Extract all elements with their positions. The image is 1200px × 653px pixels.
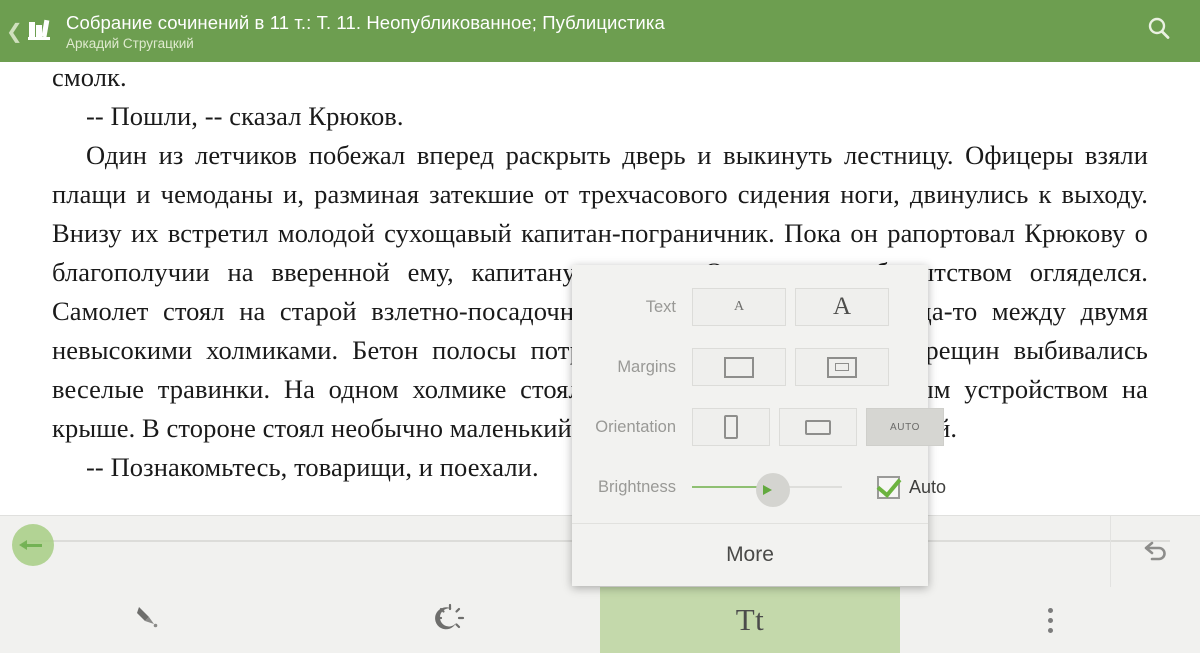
checkbox-checked-icon bbox=[877, 475, 900, 499]
text-increase-button[interactable]: A bbox=[795, 288, 889, 326]
margin-narrow-icon bbox=[827, 356, 857, 378]
settings-rows: Text A A Margins Orientation AUTO Bright… bbox=[572, 265, 946, 523]
overflow-menu-icon bbox=[1047, 607, 1053, 633]
settings-row-controls bbox=[692, 348, 912, 386]
brightness-day-night-icon bbox=[430, 598, 470, 643]
paragraph: смолк. bbox=[52, 62, 127, 92]
tool-pencil-button[interactable] bbox=[0, 587, 300, 653]
undo-button[interactable] bbox=[1110, 516, 1200, 587]
back-to-library-button[interactable]: ❮ bbox=[6, 0, 60, 62]
brightness-auto-label: Auto bbox=[909, 476, 947, 497]
settings-row-controls: A A bbox=[692, 288, 912, 326]
settings-row-controls: AUTO bbox=[692, 408, 944, 446]
search-icon bbox=[1144, 14, 1174, 49]
library-books-icon bbox=[24, 14, 54, 49]
seek-arrow-icon bbox=[19, 540, 27, 550]
settings-row-margins: Margins bbox=[572, 337, 928, 397]
orientation-auto-button[interactable]: AUTO bbox=[866, 408, 944, 446]
settings-row-label: Margins bbox=[617, 357, 676, 376]
settings-row-label: Text bbox=[645, 297, 676, 316]
small-a-glyph: A bbox=[733, 299, 745, 314]
book-author: Аркадий Стругацкий bbox=[66, 35, 194, 51]
margin-wide-icon bbox=[724, 356, 754, 378]
orientation-landscape-button[interactable] bbox=[779, 408, 857, 446]
settings-row-label: Brightness bbox=[598, 477, 676, 496]
auto-label: AUTO bbox=[890, 421, 920, 433]
pencil-icon bbox=[130, 598, 170, 643]
more-settings-button[interactable]: More bbox=[572, 524, 928, 586]
margins-narrow-button[interactable] bbox=[795, 348, 889, 386]
undo-arrow-icon bbox=[1139, 532, 1173, 571]
orientation-portrait-button[interactable] bbox=[692, 408, 770, 446]
settings-row-orientation: Orientation AUTO bbox=[572, 397, 944, 457]
landscape-icon bbox=[805, 419, 831, 435]
margins-wide-button[interactable] bbox=[692, 348, 786, 386]
page-title: Собрание сочинений в 11 т.: Т. 11. Неопу… bbox=[66, 11, 665, 33]
settings-row-brightness: Brightness Auto bbox=[572, 457, 946, 517]
bottom-toolbar: Tt bbox=[0, 587, 1200, 653]
search-button[interactable] bbox=[1132, 0, 1186, 62]
tool-brightness-button[interactable] bbox=[300, 587, 600, 653]
paragraph: -- Пошли, -- сказал Крюков. bbox=[86, 101, 404, 131]
back-chevron-icon: ❮ bbox=[6, 19, 23, 43]
reader-app: ❮ Собрание сочинений в 11 т.: Т. 11. Нео… bbox=[0, 0, 1200, 653]
brightness-auto-checkbox[interactable]: Auto bbox=[877, 475, 947, 499]
header-title-block: Собрание сочинений в 11 т.: Т. 11. Неопу… bbox=[60, 11, 1132, 52]
brightness-slider[interactable] bbox=[692, 468, 842, 507]
large-a-glyph: A bbox=[832, 293, 852, 320]
settings-row-controls: Auto bbox=[692, 468, 947, 507]
portrait-icon bbox=[724, 415, 738, 439]
brightness-slider-thumb[interactable] bbox=[756, 473, 790, 507]
tool-overflow-menu-button[interactable] bbox=[900, 587, 1200, 653]
text-settings-tt: Tt bbox=[735, 602, 765, 637]
settings-row-text: Text A A bbox=[572, 277, 928, 337]
settings-row-label: Orientation bbox=[595, 417, 676, 436]
tool-text-settings-button[interactable]: Tt bbox=[600, 587, 900, 653]
text-decrease-button[interactable]: A bbox=[692, 288, 786, 326]
app-header: ❮ Собрание сочинений в 11 т.: Т. 11. Нео… bbox=[0, 0, 1200, 62]
display-settings-popup: Text A A Margins Orientation AUTO Bright… bbox=[572, 265, 946, 586]
